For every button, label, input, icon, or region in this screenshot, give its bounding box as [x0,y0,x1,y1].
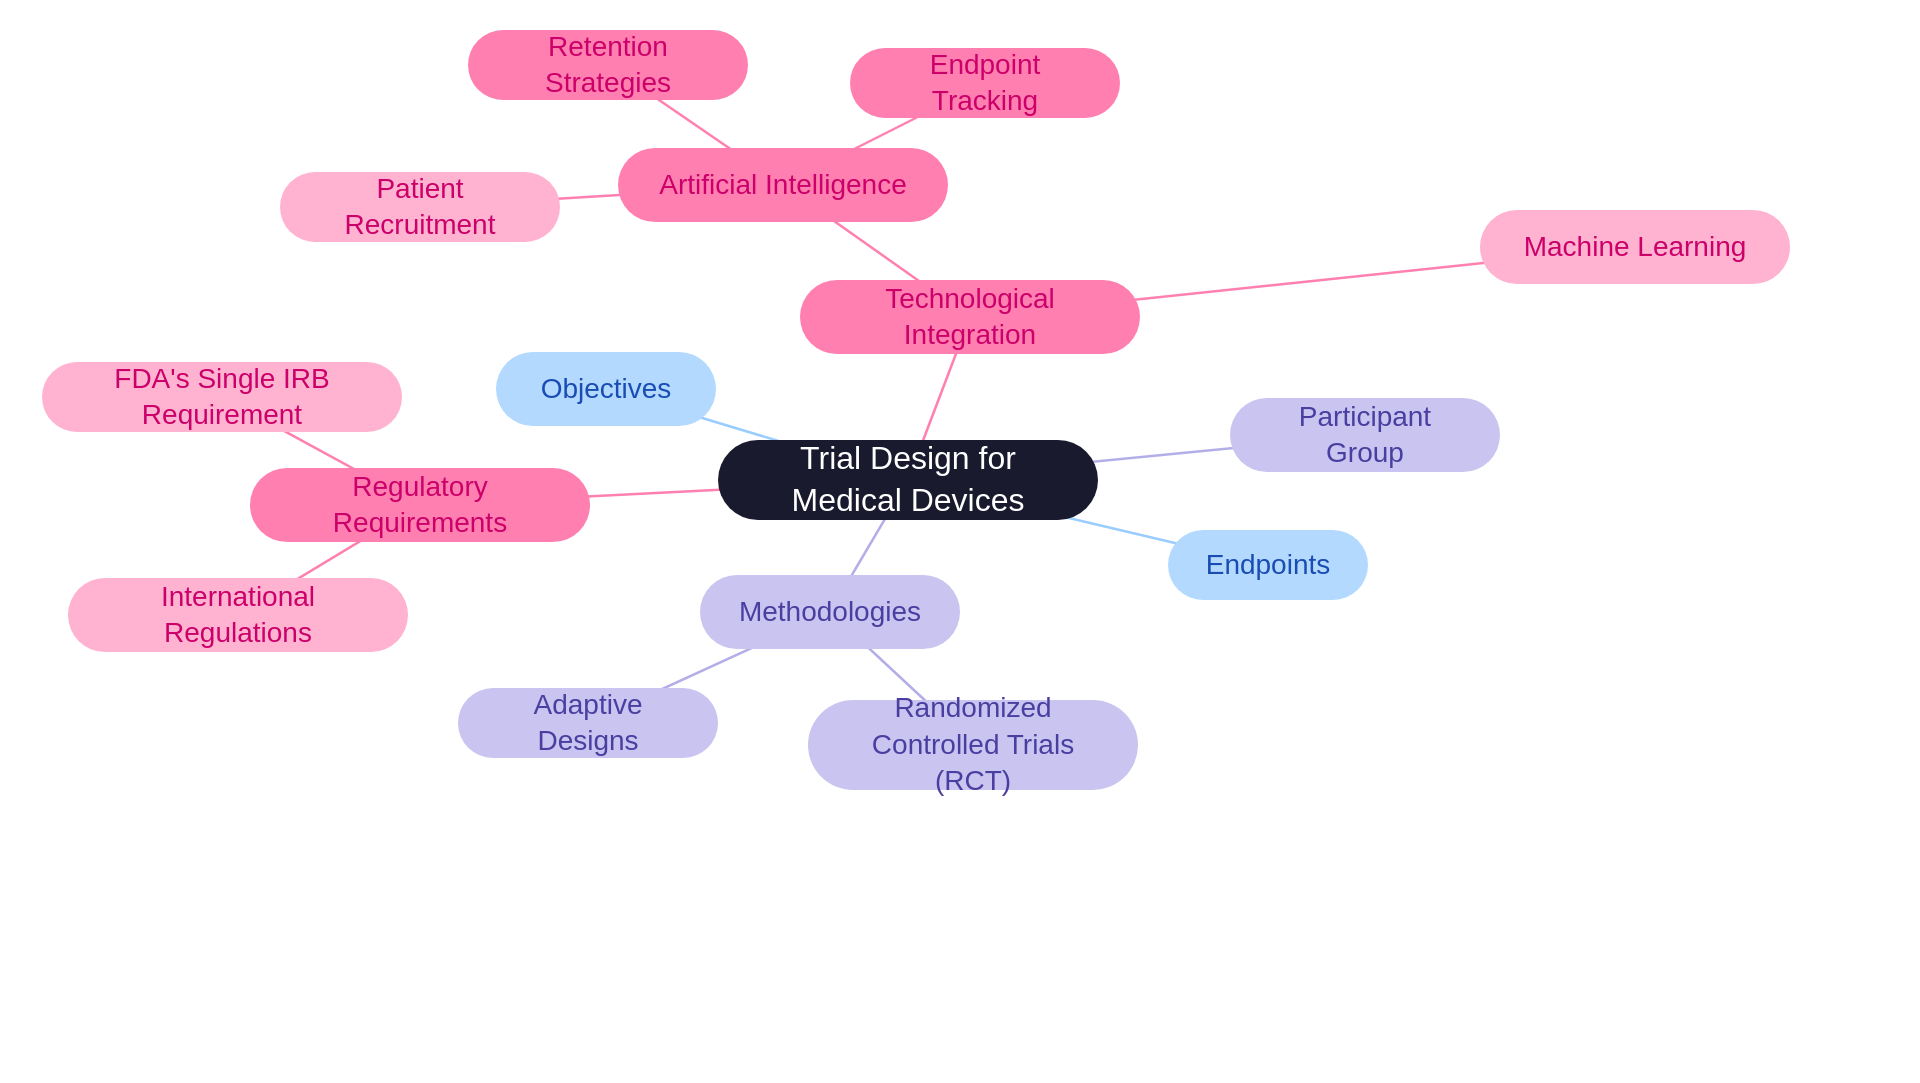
retention-strategies-label: Retention Strategies [496,29,720,102]
methodologies-node: Methodologies [700,575,960,649]
endpoints-node: Endpoints [1168,530,1368,600]
objectives-node: Objectives [496,352,716,426]
fda-irb-node: FDA's Single IRB Requirement [42,362,402,432]
technological-integration-label: Technological Integration [828,281,1112,354]
machine-learning-label: Machine Learning [1524,229,1747,265]
rct-label: Randomized Controlled Trials (RCT) [836,690,1110,799]
objectives-label: Objectives [541,371,672,407]
technological-integration-node: Technological Integration [800,280,1140,354]
regulatory-requirements-node: Regulatory Requirements [250,468,590,542]
adaptive-designs-label: Adaptive Designs [486,687,690,760]
patient-recruitment-node: Patient Recruitment [280,172,560,242]
rct-node: Randomized Controlled Trials (RCT) [808,700,1138,790]
endpoint-tracking-label: Endpoint Tracking [878,47,1092,120]
regulatory-requirements-label: Regulatory Requirements [278,469,562,542]
center-node: Trial Design for Medical Devices [718,440,1098,520]
international-regulations-label: International Regulations [96,579,380,652]
fda-irb-label: FDA's Single IRB Requirement [70,361,374,434]
participant-group-node: Participant Group [1230,398,1500,472]
endpoints-label: Endpoints [1206,547,1331,583]
retention-strategies-node: Retention Strategies [468,30,748,100]
adaptive-designs-node: Adaptive Designs [458,688,718,758]
patient-recruitment-label: Patient Recruitment [308,171,532,244]
international-regulations-node: International Regulations [68,578,408,652]
artificial-intelligence-label: Artificial Intelligence [659,167,906,203]
artificial-intelligence-node: Artificial Intelligence [618,148,948,222]
center-label: Trial Design for Medical Devices [768,438,1048,521]
methodologies-label: Methodologies [739,594,921,630]
endpoint-tracking-node: Endpoint Tracking [850,48,1120,118]
machine-learning-node: Machine Learning [1480,210,1790,284]
participant-group-label: Participant Group [1258,399,1472,472]
